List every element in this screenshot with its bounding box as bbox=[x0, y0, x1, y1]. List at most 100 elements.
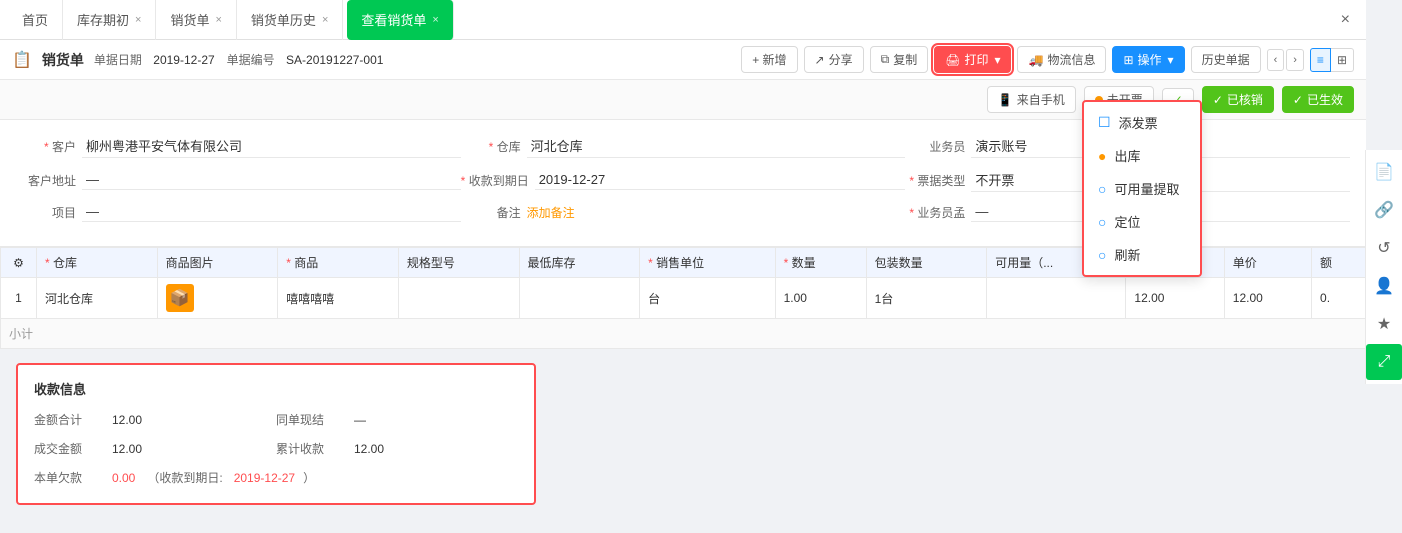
number-value: SA-20191227-001 bbox=[286, 53, 383, 67]
payment-date-field: 收款到期日 2019-12-27 bbox=[461, 170, 906, 190]
dropdown-out-stock[interactable]: ● 出库 bbox=[1084, 139, 1200, 172]
cancelled-icon: ✓ bbox=[1213, 93, 1223, 107]
view-toggle: ≡ ⊞ bbox=[1310, 48, 1354, 72]
tab-check-sales[interactable]: 查看销货单 × bbox=[347, 0, 453, 40]
toolbar-meta: 单据日期 2019-12-27 单据编号 SA-20191227-001 bbox=[94, 51, 384, 68]
staff2-label: 业务员孟 bbox=[905, 204, 965, 221]
print-icon: 🖨 bbox=[945, 53, 960, 67]
dropdown-locate[interactable]: ○ 定位 bbox=[1084, 205, 1200, 238]
expand-icon: ⤢ bbox=[1378, 353, 1391, 371]
col-unit: 销售单位 bbox=[640, 248, 776, 278]
col-image: 商品图片 bbox=[157, 248, 278, 278]
row-quantity: 1.00 bbox=[775, 278, 866, 319]
row-min-stock bbox=[519, 278, 640, 319]
tab-sales-order[interactable]: 销货单 × bbox=[156, 0, 236, 40]
toolbar: 📋 销货单 单据日期 2019-12-27 单据编号 SA-20191227-0… bbox=[0, 40, 1366, 80]
tab-sales-history-close[interactable]: × bbox=[322, 14, 328, 26]
row-warehouse: 河北仓库 bbox=[37, 278, 158, 319]
same-order-label: 同单现结 bbox=[276, 411, 346, 428]
row-current-stock: 12.00 bbox=[1126, 278, 1224, 319]
view-grid-button[interactable]: ⊞ bbox=[1331, 48, 1354, 72]
available-qty-icon: ○ bbox=[1098, 181, 1106, 197]
col-settings[interactable]: ⚙ bbox=[1, 248, 37, 278]
effective-icon: ✓ bbox=[1293, 93, 1303, 107]
grid-icon: ⊞ bbox=[1123, 53, 1133, 67]
col-unit-price: 单价 bbox=[1224, 248, 1311, 278]
customer-value[interactable]: 柳州粤港平安气体有限公司 bbox=[82, 134, 461, 158]
refresh-icon: ○ bbox=[1098, 247, 1106, 263]
link-icon: 🔗 bbox=[1374, 200, 1394, 220]
share-button[interactable]: ↗ 分享 bbox=[804, 46, 864, 73]
tab-sales-order-close[interactable]: × bbox=[215, 14, 221, 26]
warehouse-value[interactable]: 河北仓库 bbox=[527, 134, 906, 158]
sidebar-refresh-button[interactable]: ↺ bbox=[1366, 230, 1402, 266]
tab-home[interactable]: 首页 bbox=[8, 0, 63, 40]
sidebar-star-button[interactable]: ★ bbox=[1366, 306, 1402, 342]
truck-icon: 🚚 bbox=[1028, 53, 1043, 67]
view-list-button[interactable]: ≡ bbox=[1310, 48, 1331, 72]
warehouse-label: 仓库 bbox=[461, 138, 521, 155]
refresh2-icon: ↺ bbox=[1377, 238, 1390, 258]
payment-date-value: 2019-12-27 bbox=[535, 170, 906, 190]
dropdown-refresh[interactable]: ○ 刷新 bbox=[1084, 238, 1200, 271]
logistics-button[interactable]: 🚚 物流信息 bbox=[1017, 46, 1106, 73]
right-sidebar: 📄 🔗 ↺ 👤 ★ ⤢ bbox=[1365, 150, 1402, 384]
payment-area: 收款信息 金额合计 12.00 同单现结 — 成交金额 12.00 累计收款 1… bbox=[0, 349, 1366, 515]
print-dropdown-arrow[interactable]: ▾ bbox=[994, 53, 1000, 67]
tab-inventory-init[interactable]: 库存期初 × bbox=[63, 0, 156, 40]
sidebar-user-button[interactable]: 👤 bbox=[1366, 268, 1402, 304]
remark-label: 备注 bbox=[461, 204, 521, 221]
tab-sales-history[interactable]: 销货单历史 × bbox=[237, 0, 343, 40]
total-value: 12.00 bbox=[112, 413, 142, 427]
add-remark-button[interactable]: 添加备注 bbox=[527, 204, 575, 221]
transaction-label: 成交金额 bbox=[34, 440, 104, 457]
row-no: 1 bbox=[1, 278, 37, 319]
owed-end: ） bbox=[303, 469, 315, 486]
row-unit: 台 bbox=[640, 278, 776, 319]
sidebar-document-button[interactable]: 📄 bbox=[1366, 154, 1402, 190]
owed-label: 本单欠款 bbox=[34, 469, 104, 486]
row-spec bbox=[398, 278, 519, 319]
already-cancelled-button[interactable]: ✓ 已核销 bbox=[1202, 86, 1274, 113]
page-title: 销货单 bbox=[42, 50, 84, 70]
print-button[interactable]: 🖨 打印 ▾ bbox=[934, 46, 1011, 73]
address-value: — bbox=[82, 170, 461, 190]
nav-arrows: ‹ › bbox=[1267, 49, 1304, 71]
dropdown-available-qty[interactable]: ○ 可用量提取 bbox=[1084, 172, 1200, 205]
operation-button[interactable]: ⊞ 操作 ▾ bbox=[1112, 46, 1184, 73]
history-button[interactable]: 历史单据 bbox=[1191, 46, 1261, 73]
star-icon: ★ bbox=[1377, 314, 1391, 334]
payment-title: 收款信息 bbox=[34, 379, 518, 398]
new-button[interactable]: + 新增 bbox=[741, 46, 797, 73]
copy-button[interactable]: ⧉ 复制 bbox=[870, 46, 929, 73]
nav-next[interactable]: › bbox=[1286, 49, 1304, 71]
from-phone-button[interactable]: 📱 来自手机 bbox=[987, 86, 1076, 113]
share-icon: ↗ bbox=[815, 53, 825, 67]
tab-check-sales-close[interactable]: × bbox=[432, 14, 438, 26]
staff-label: 业务员 bbox=[905, 138, 965, 155]
total-row: 金额合计 12.00 bbox=[34, 408, 276, 431]
transaction-value: 12.00 bbox=[112, 442, 142, 456]
cumulative-label: 累计收款 bbox=[276, 440, 346, 457]
product-thumbnail: 📦 bbox=[166, 284, 194, 312]
tab-check-sales-label: 查看销货单 bbox=[361, 10, 426, 29]
dropdown-add-invoice[interactable]: ☐ 添发票 bbox=[1084, 106, 1200, 139]
table-row: 1 河北仓库 📦 嘻嘻嘻嘻 台 1.00 1台 12.00 12.00 0. bbox=[1, 278, 1366, 319]
nav-prev[interactable]: ‹ bbox=[1267, 49, 1285, 71]
tab-inventory-init-close[interactable]: × bbox=[135, 14, 141, 26]
customer-label: 客户 bbox=[16, 138, 76, 155]
tab-inventory-init-label: 库存期初 bbox=[77, 10, 129, 29]
cumulative-value: 12.00 bbox=[354, 442, 384, 456]
sidebar-expand-button[interactable]: ⤢ bbox=[1366, 344, 1402, 380]
warehouse-field: 仓库 河北仓库 bbox=[461, 134, 906, 158]
already-effective-button[interactable]: ✓ 已生效 bbox=[1282, 86, 1354, 113]
window-close-button[interactable]: × bbox=[1333, 11, 1358, 29]
operation-dropdown-arrow[interactable]: ▾ bbox=[1168, 53, 1174, 67]
col-product: 商品 bbox=[278, 248, 399, 278]
sidebar-link-button[interactable]: 🔗 bbox=[1366, 192, 1402, 228]
cumulative-row: 累计收款 12.00 bbox=[276, 437, 518, 460]
subtotal-label: 小计 bbox=[1, 319, 1366, 349]
sales-order-icon: 📋 bbox=[12, 50, 32, 70]
copy-icon: ⧉ bbox=[881, 52, 890, 67]
row-available bbox=[987, 278, 1126, 319]
